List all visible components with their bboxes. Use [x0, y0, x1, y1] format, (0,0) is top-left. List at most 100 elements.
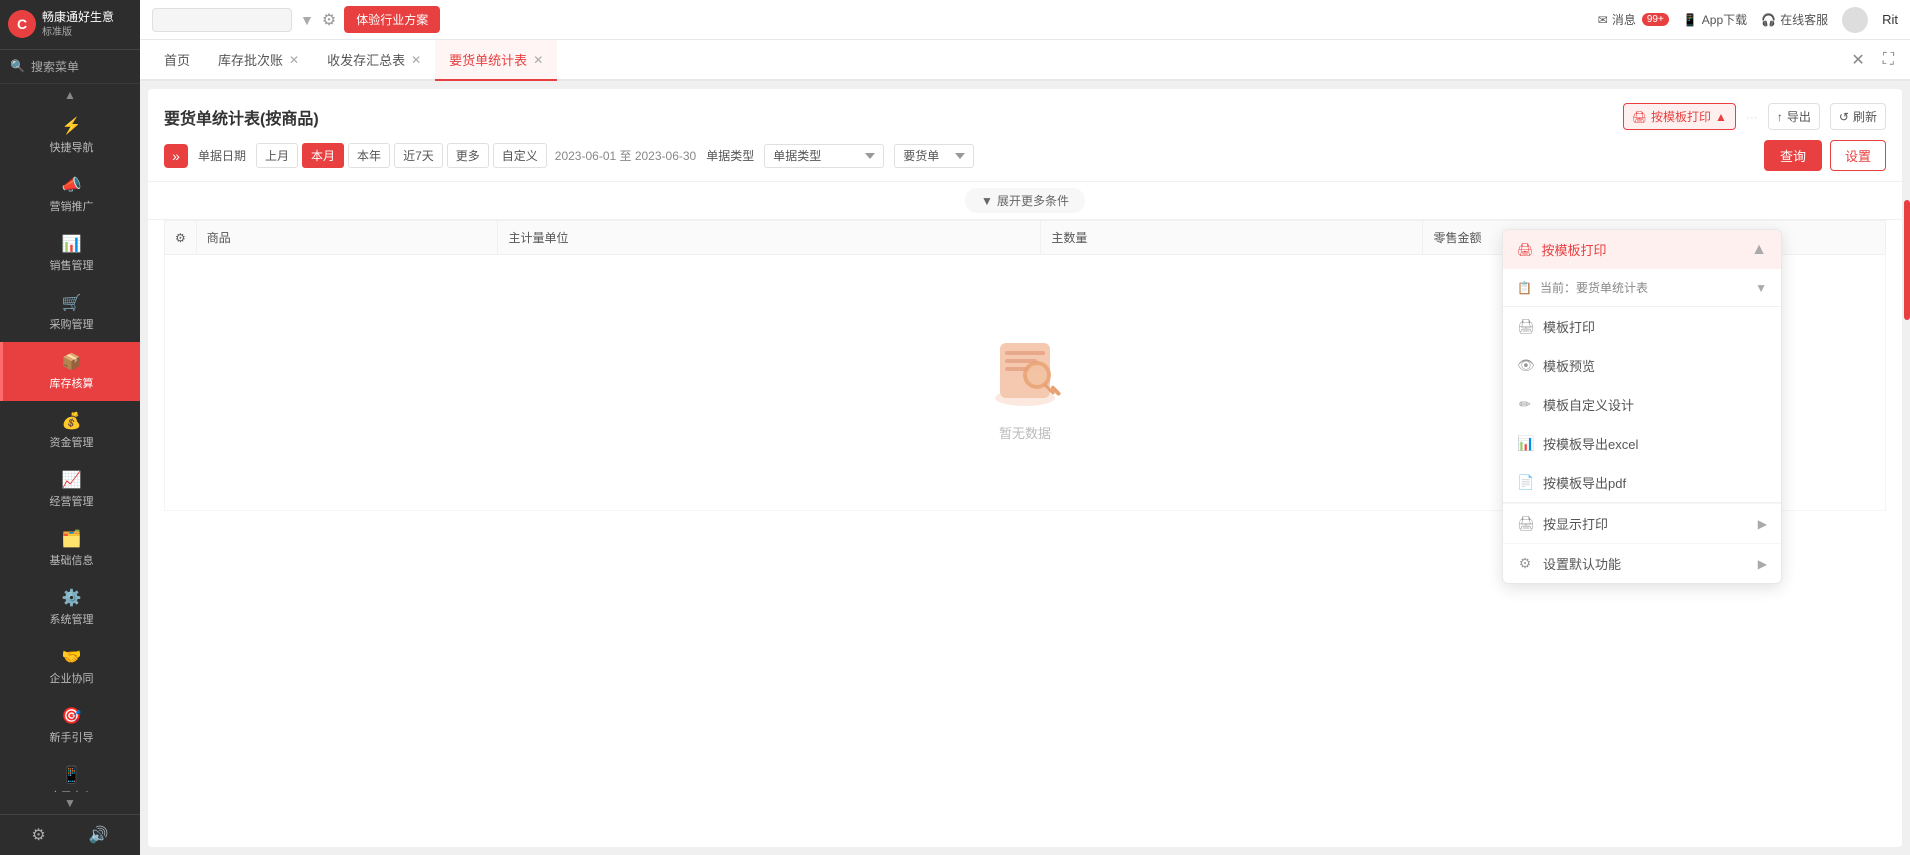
- export-btn[interactable]: ↑ 导出: [1768, 103, 1820, 130]
- tab-batch-account-close[interactable]: ✕: [289, 54, 299, 66]
- operation-icon: 📈: [62, 470, 82, 490]
- export-icon: ↑: [1777, 110, 1783, 124]
- sidebar-item-finance[interactable]: 💰 资金管理: [0, 401, 140, 460]
- dropdown-item-template-custom[interactable]: ✏ 模板自定义设计: [1503, 385, 1781, 424]
- order-type-select[interactable]: 单据类型 要货单: [764, 144, 884, 168]
- filter-bar: » 单据日期 上月 本月 本年 近7天 更多 自定义 2023-06-01 至 …: [148, 130, 1902, 182]
- user-name: Rit: [1882, 12, 1898, 27]
- expand-icon: ▼: [981, 194, 993, 208]
- dropdown-print-icon: 🖨: [1517, 242, 1534, 258]
- query-btn[interactable]: 查询: [1764, 140, 1822, 171]
- tab-batch-account[interactable]: 库存批次账 ✕: [204, 40, 313, 81]
- sidebar-item-collab[interactable]: 🤝 企业协同: [0, 637, 140, 696]
- message-icon: ✉: [1598, 13, 1608, 27]
- sidebar-item-sales[interactable]: 📊 销售管理: [0, 224, 140, 283]
- filter-settings-btn[interactable]: 设置: [1830, 140, 1886, 171]
- date-btn-last-month[interactable]: 上月: [256, 143, 298, 168]
- dropdown-submenu-set-default[interactable]: ⚙ 设置默认功能 ▶: [1503, 543, 1781, 583]
- content-actions: 🖨 按模板打印 ▲ ··· ↑ 导出 ↺ 刷新: [1623, 103, 1886, 130]
- sidebar-item-marketing[interactable]: 📣 营销推广: [0, 165, 140, 224]
- table-header-settings[interactable]: ⚙: [165, 221, 197, 255]
- set-default-arrow: ▶: [1758, 557, 1767, 571]
- messages-badge: 99+: [1642, 13, 1669, 26]
- date-btn-custom[interactable]: 自定义: [493, 143, 547, 168]
- purchase-icon: 🛒: [62, 293, 82, 313]
- dropdown-close-btn[interactable]: ▲: [1751, 241, 1767, 259]
- date-btn-this-year[interactable]: 本年: [348, 143, 390, 168]
- table-header-product: 商品: [196, 221, 498, 255]
- dropdown-current-item[interactable]: 📋 当前：要货单统计表 ▼: [1503, 269, 1781, 306]
- topbar-right: ✉ 消息 99+ 📱 App下载 🎧 在线客服 Rit: [1598, 7, 1898, 33]
- refresh-icon: ↺: [1839, 110, 1849, 124]
- dropdown-item-export-excel[interactable]: 📊 按模板导出excel: [1503, 424, 1781, 463]
- date-btn-last-7-days[interactable]: 近7天: [394, 143, 443, 168]
- date-btn-this-month[interactable]: 本月: [302, 143, 344, 168]
- sidebar-item-apps[interactable]: 📱 应用中心: [0, 755, 140, 792]
- refresh-btn[interactable]: ↺ 刷新: [1830, 103, 1886, 130]
- date-btn-more[interactable]: 更多: [447, 143, 489, 168]
- dropdown-item-export-pdf[interactable]: 📄 按模板导出pdf: [1503, 463, 1781, 502]
- order-tag-select[interactable]: 要货单: [894, 144, 974, 168]
- settings-bottom-icon[interactable]: ⚙: [31, 825, 45, 845]
- sidebar-scroll-up[interactable]: ▲: [0, 84, 140, 106]
- sidebar-item-guide[interactable]: 🎯 新手引导: [0, 696, 140, 755]
- guide-icon: 🎯: [62, 706, 82, 726]
- messages-btn[interactable]: ✉ 消息 99+: [1598, 11, 1669, 28]
- tab-receipts-summary[interactable]: 收发存汇总表 ✕: [313, 40, 435, 81]
- tab-receipts-summary-close[interactable]: ✕: [411, 54, 421, 66]
- topbar-gear-icon[interactable]: ⚙: [322, 10, 336, 30]
- sidebar-item-basic[interactable]: 🗂️ 基础信息: [0, 519, 140, 578]
- headset-icon: 🎧: [1761, 13, 1776, 27]
- page-title: 要货单统计表(按商品): [164, 105, 319, 129]
- tab-order-stats-close[interactable]: ✕: [533, 54, 543, 66]
- tab-order-stats[interactable]: 要货单统计表 ✕: [435, 40, 557, 81]
- basic-icon: 🗂️: [62, 529, 82, 549]
- dropdown-item-template-preview[interactable]: 👁 模板预览: [1503, 346, 1781, 385]
- date-filter-buttons: 上月 本月 本年 近7天 更多 自定义 2023-06-01 至 2023-06…: [256, 143, 696, 168]
- scrollbar-thumb: [1904, 200, 1910, 320]
- sidebar-item-system[interactable]: ⚙️ 系统管理: [0, 578, 140, 637]
- filter-right-actions: 查询 设置: [1764, 140, 1886, 171]
- template-custom-icon: ✏: [1517, 396, 1533, 413]
- template-print-icon: 🖨: [1517, 318, 1533, 335]
- sales-icon: 📊: [62, 234, 82, 254]
- quick-nav-icon: ⚡: [62, 116, 82, 136]
- sidebar-item-purchase[interactable]: 🛒 采购管理: [0, 283, 140, 342]
- trial-btn[interactable]: 体验行业方案: [344, 6, 440, 33]
- print-template-btn[interactable]: 🖨 按模板打印 ▲: [1623, 103, 1736, 130]
- empty-text: 暂无数据: [999, 423, 1051, 442]
- tabs-close-all-btn[interactable]: ✕: [1845, 48, 1870, 72]
- speaker-bottom-icon[interactable]: 🔊: [89, 825, 109, 845]
- sidebar-scroll-down[interactable]: ▼: [0, 792, 140, 814]
- tabs-expand-btn[interactable]: ⛶: [1877, 49, 1900, 71]
- table-header-unit: 主计量单位: [498, 221, 1041, 255]
- collab-icon: 🤝: [62, 647, 82, 667]
- sidebar-logo: C 畅康通好生意 标准版: [0, 0, 140, 50]
- content-header: 要货单统计表(按商品) 🖨 按模板打印 ▲ ··· ↑ 导出 ↺ 刷新: [148, 89, 1902, 130]
- filter-expand-icon[interactable]: »: [164, 144, 188, 168]
- print-icon: 🖨: [1632, 110, 1647, 124]
- online-service-btn[interactable]: 🎧 在线客服: [1761, 11, 1828, 28]
- expand-more-btn[interactable]: ▼ 展开更多条件: [965, 188, 1085, 213]
- user-avatar[interactable]: [1842, 7, 1868, 33]
- sidebar-item-operation[interactable]: 📈 经营管理: [0, 460, 140, 519]
- right-scrollbar[interactable]: [1904, 200, 1910, 855]
- tab-home[interactable]: 首页: [150, 40, 204, 81]
- date-filter-label: 单据日期: [198, 147, 246, 164]
- sidebar-item-quick-nav[interactable]: ⚡ 快捷导航: [0, 106, 140, 165]
- dropdown-submenu-display-print[interactable]: 🖨 按显示打印 ▶: [1503, 503, 1781, 543]
- topbar-dropdown-arrow[interactable]: ▼: [300, 12, 314, 28]
- topbar: ▼ ⚙ 体验行业方案 ✉ 消息 99+ 📱 App下载 🎧 在线客服 Rit: [140, 0, 1910, 40]
- print-dropdown-arrow: ▲: [1715, 110, 1727, 124]
- current-arrow: ▼: [1755, 281, 1767, 295]
- content-area: 要货单统计表(按商品) 🖨 按模板打印 ▲ ··· ↑ 导出 ↺ 刷新: [148, 89, 1902, 847]
- sidebar-item-inventory[interactable]: 📦 库存核算: [0, 342, 140, 401]
- apps-icon: 📱: [62, 765, 82, 785]
- topbar-search-input[interactable]: [152, 8, 292, 32]
- app-download-btn[interactable]: 📱 App下载: [1683, 11, 1747, 28]
- system-icon: ⚙️: [62, 588, 82, 608]
- phone-icon: 📱: [1683, 13, 1698, 27]
- dropdown-item-template-print[interactable]: 🖨 模板打印: [1503, 307, 1781, 346]
- sidebar-search[interactable]: 🔍 搜索菜单: [0, 50, 140, 84]
- expand-more-bar: ▼ 展开更多条件: [148, 182, 1902, 220]
